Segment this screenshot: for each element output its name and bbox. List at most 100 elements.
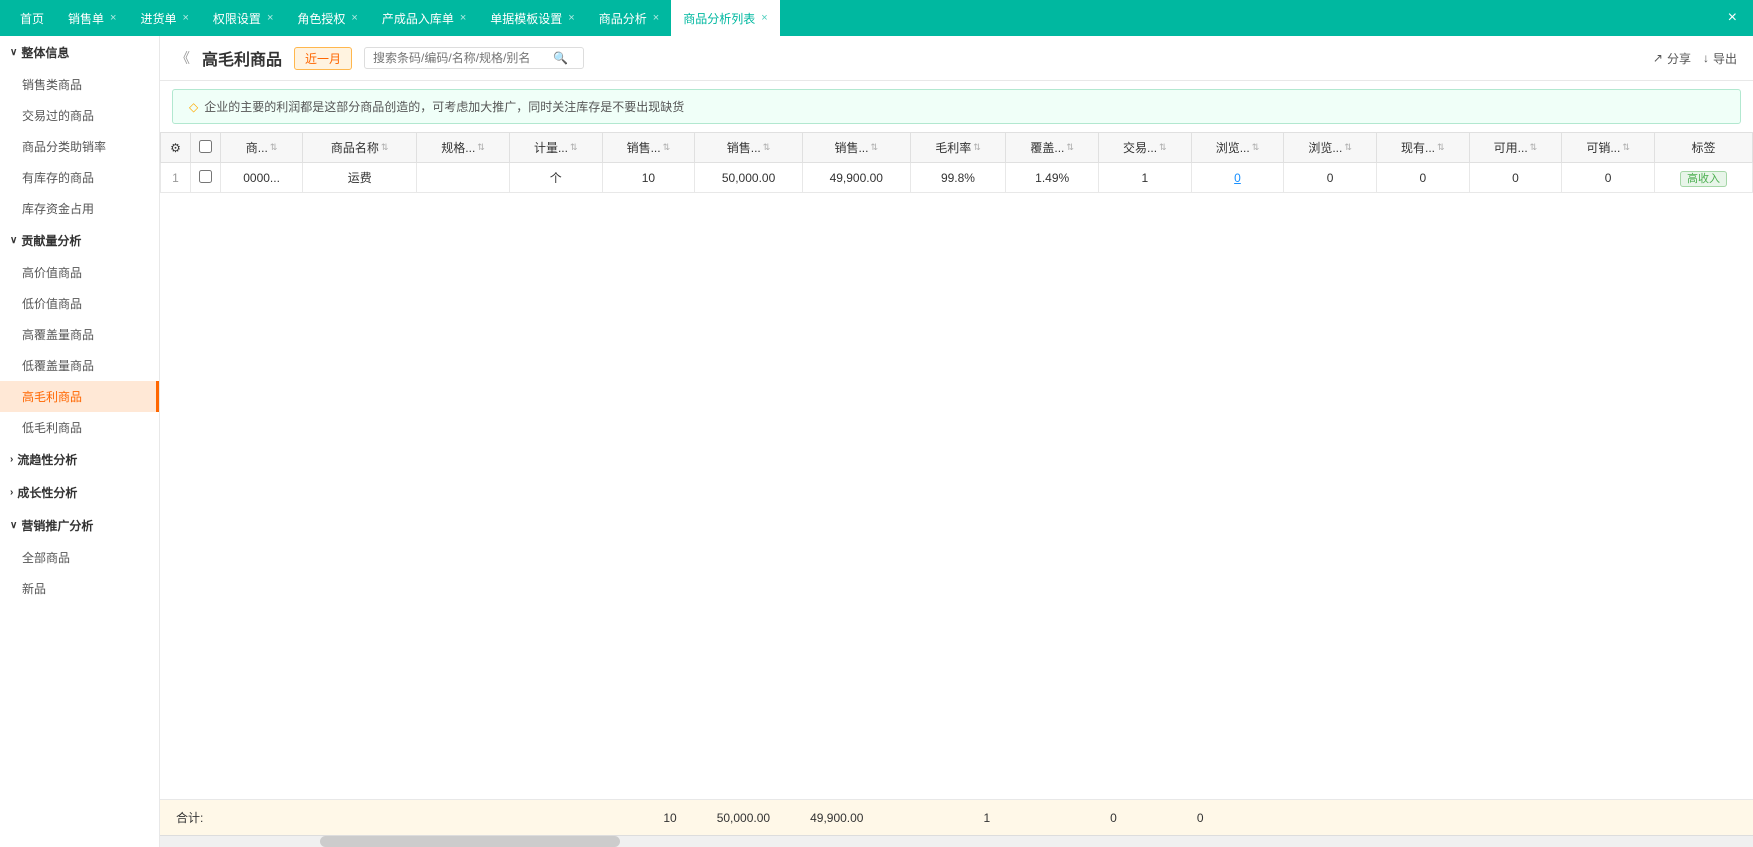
col-code: 商... ⇅ xyxy=(221,133,303,163)
sidebar-item-low-value[interactable]: 低价值商品 xyxy=(0,288,159,319)
sort-sales-qty-icon[interactable]: ⇅ xyxy=(663,142,671,153)
col-sales-amount: 销售... ⇅ xyxy=(695,133,803,163)
sidebar-section-trend[interactable]: › 流趋性分析 xyxy=(0,443,159,476)
col-current-stock: 现有... ⇅ xyxy=(1376,133,1469,163)
sidebar-item-category-rate[interactable]: 商品分类助销率 xyxy=(0,131,159,162)
sidebar-item-all-goods[interactable]: 全部商品 xyxy=(0,542,159,573)
sort-trade-count-icon[interactable]: ⇅ xyxy=(1159,142,1167,153)
footer-current-stock: 0 xyxy=(1110,811,1117,825)
row-unit: 个 xyxy=(509,163,602,193)
table-body: 1 0000... 运费 个 10 50,000.00 49,900.00 99… xyxy=(161,163,1753,193)
col-sales-qty: 销售... ⇅ xyxy=(602,133,695,163)
close-product-storage-icon[interactable]: × xyxy=(460,12,466,24)
scrollbar-thumb[interactable] xyxy=(320,836,620,847)
sidebar-item-new-goods[interactable]: 新品 xyxy=(0,573,159,604)
sidebar-collapse-button[interactable]: 《 xyxy=(176,48,190,68)
nav-sales-order[interactable]: 销售单 × xyxy=(56,0,128,36)
nav-product-analysis-list[interactable]: 商品分析列表 × xyxy=(671,0,779,36)
sidebar-item-high-coverage[interactable]: 高覆盖量商品 xyxy=(0,319,159,350)
top-nav: 首页 销售单 × 进货单 × 权限设置 × 角色授权 × 产成品入库单 × 单据… xyxy=(0,0,1753,36)
footer-trade-count: 1 xyxy=(983,811,990,825)
nav-product-storage[interactable]: 产成品入库单 × xyxy=(370,0,478,36)
footer-sales-qty: 10 xyxy=(663,811,676,825)
col-trade-count: 交易... ⇅ xyxy=(1098,133,1191,163)
col-saleable: 可销... ⇅ xyxy=(1562,133,1655,163)
nav-purchase-order[interactable]: 进货单 × xyxy=(128,0,200,36)
row-current-stock: 0 xyxy=(1376,163,1469,193)
close-permission-settings-icon[interactable]: × xyxy=(267,12,273,24)
sort-spec-icon[interactable]: ⇅ xyxy=(477,142,485,153)
sidebar-section-marketing[interactable]: ∨ 营销推广分析 xyxy=(0,509,159,542)
col-sales-profit: 销售... ⇅ xyxy=(802,133,910,163)
sidebar-section-contribution-items: 高价值商品 低价值商品 高覆盖量商品 低覆盖量商品 高毛利商品 低毛利商品 xyxy=(0,257,159,443)
col-checkbox[interactable] xyxy=(191,133,221,163)
close-product-analysis-icon[interactable]: × xyxy=(653,12,659,24)
bottom-scrollbar[interactable] xyxy=(160,835,1753,847)
row-browse2: 0 xyxy=(1284,163,1377,193)
row-code[interactable]: 0000... xyxy=(221,163,303,193)
footer-sales-amount: 50,000.00 xyxy=(717,811,770,825)
sort-unit-icon[interactable]: ⇅ xyxy=(570,142,578,153)
sort-saleable-icon[interactable]: ⇅ xyxy=(1622,142,1630,153)
sort-code-icon[interactable]: ⇅ xyxy=(270,142,278,153)
sort-sales-amount-icon[interactable]: ⇅ xyxy=(763,142,771,153)
sidebar-item-high-margin[interactable]: 高毛利商品 xyxy=(0,381,159,412)
close-template-settings-icon[interactable]: × xyxy=(568,12,574,24)
sidebar-section-overall-items: 销售类商品 交易过的商品 商品分类助销率 有库存的商品 库存资金占用 xyxy=(0,69,159,224)
close-sales-order-icon[interactable]: × xyxy=(110,12,116,24)
close-role-auth-icon[interactable]: × xyxy=(351,12,357,24)
sort-gross-margin-icon[interactable]: ⇅ xyxy=(973,142,981,153)
sidebar-section-growth[interactable]: › 成长性分析 xyxy=(0,476,159,509)
sidebar-item-stock-capital[interactable]: 库存资金占用 xyxy=(0,193,159,224)
close-purchase-order-icon[interactable]: × xyxy=(182,12,188,24)
sidebar: ∨ 整体信息 销售类商品 交易过的商品 商品分类助销率 有库存的商品 库存资金占… xyxy=(0,36,160,847)
col-settings[interactable]: ⚙ xyxy=(161,133,191,163)
sort-browse1-icon[interactable]: ⇅ xyxy=(1252,142,1260,153)
sidebar-item-low-coverage[interactable]: 低覆盖量商品 xyxy=(0,350,159,381)
sort-coverage-icon[interactable]: ⇅ xyxy=(1066,142,1074,153)
arrow-growth-icon: › xyxy=(10,487,13,498)
sidebar-item-low-margin[interactable]: 低毛利商品 xyxy=(0,412,159,443)
row-browse1[interactable]: 0 xyxy=(1191,163,1284,193)
sidebar-section-overall[interactable]: ∨ 整体信息 xyxy=(0,36,159,69)
share-icon: ↗ xyxy=(1653,51,1663,65)
nav-product-analysis[interactable]: 商品分析 × xyxy=(587,0,671,36)
settings-icon[interactable]: ⚙ xyxy=(170,141,181,155)
sort-current-stock-icon[interactable]: ⇅ xyxy=(1437,142,1445,153)
filter-recent-month-button[interactable]: 近一月 xyxy=(294,47,352,70)
browse1-link[interactable]: 0 xyxy=(1234,171,1241,185)
close-product-analysis-list-icon[interactable]: × xyxy=(761,12,767,24)
row-checkbox-cell[interactable] xyxy=(191,163,221,193)
info-banner: ◇ 企业的主要的利润都是这部分商品创造的，可考虑加大推广，同时关注库存是不要出现… xyxy=(172,89,1741,124)
row-trade-count: 1 xyxy=(1098,163,1191,193)
table-container[interactable]: ⚙ 商... ⇅ xyxy=(160,132,1753,799)
export-button[interactable]: ↓ 导出 xyxy=(1703,50,1737,67)
footer-label: 合计: xyxy=(176,809,203,826)
sidebar-item-high-value[interactable]: 高价值商品 xyxy=(0,257,159,288)
table-row: 1 0000... 运费 个 10 50,000.00 49,900.00 99… xyxy=(161,163,1753,193)
sidebar-section-contribution[interactable]: ∨ 贡献量分析 xyxy=(0,224,159,257)
nav-home[interactable]: 首页 xyxy=(8,0,56,36)
nav-template-settings[interactable]: 单据模板设置 × xyxy=(478,0,586,36)
col-spec: 规格... ⇅ xyxy=(417,133,510,163)
table-header-row: ⚙ 商... ⇅ xyxy=(161,133,1753,163)
row-checkbox[interactable] xyxy=(199,170,212,183)
sort-available-stock-icon[interactable]: ⇅ xyxy=(1530,142,1538,153)
close-window-button[interactable]: × xyxy=(1720,9,1745,27)
select-all-checkbox[interactable] xyxy=(199,140,212,153)
sort-name-icon[interactable]: ⇅ xyxy=(381,142,389,153)
search-icon[interactable]: 🔍 xyxy=(553,51,568,65)
nav-permission-settings[interactable]: 权限设置 × xyxy=(201,0,285,36)
nav-role-auth[interactable]: 角色授权 × xyxy=(285,0,369,36)
sidebar-item-in-stock-goods[interactable]: 有库存的商品 xyxy=(0,162,159,193)
sort-browse2-icon[interactable]: ⇅ xyxy=(1344,142,1352,153)
table-footer: 合计: 10 50,000.00 49,900.00 1 0 0 xyxy=(160,799,1753,835)
content-header: 《 高毛利商品 近一月 🔍 ↗ 分享 ↓ 导出 xyxy=(160,36,1753,81)
sidebar-item-traded-goods[interactable]: 交易过的商品 xyxy=(0,100,159,131)
sidebar-item-sales-goods[interactable]: 销售类商品 xyxy=(0,69,159,100)
share-button[interactable]: ↗ 分享 xyxy=(1653,50,1691,67)
row-sales-profit: 49,900.00 xyxy=(802,163,910,193)
row-coverage: 1.49% xyxy=(1006,163,1099,193)
search-input[interactable] xyxy=(373,51,553,65)
sort-sales-profit-icon[interactable]: ⇅ xyxy=(870,142,878,153)
